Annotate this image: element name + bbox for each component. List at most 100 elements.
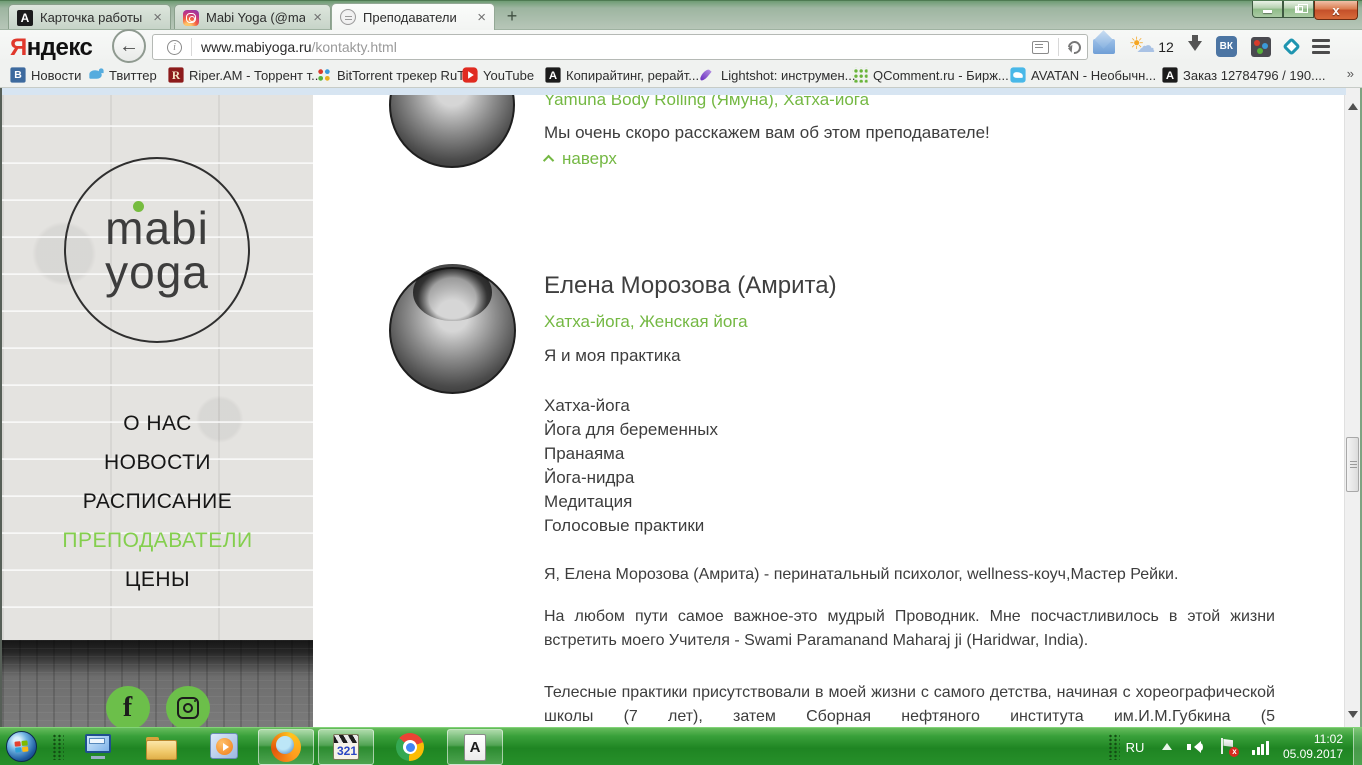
windows-logo-icon	[14, 740, 29, 753]
chevron-up-icon	[542, 154, 555, 167]
avatan-icon	[1010, 67, 1026, 83]
practices-list: Хатха-йога Йога для беременных Пранаяма …	[544, 394, 718, 538]
klite-icon: 321	[333, 734, 359, 760]
page-viewport: mabi yoga О НАС НОВОСТИ РАСПИСАНИЕ ПРЕПО…	[0, 88, 1362, 727]
sidebar-item-o-nas[interactable]: О НАС	[2, 404, 313, 443]
tab-advego-work-card[interactable]: A Карточка работы #20097636 ×	[8, 4, 171, 30]
close-icon[interactable]: ×	[151, 10, 164, 25]
bookmark-twitter[interactable]: Твиттер	[88, 66, 157, 84]
teacher-intro: Я и моя практика	[544, 346, 681, 365]
paragraph: Телесные практики присутствовали в моей …	[544, 684, 1275, 725]
action-center-flag-icon[interactable]: x	[1219, 738, 1240, 757]
scroll-down-arrow[interactable]	[1348, 711, 1358, 723]
reload-icon[interactable]	[1065, 37, 1084, 57]
bookmark-bittorrent[interactable]: BitTorrent трекер RuT...	[316, 66, 475, 84]
logo-line-2: yoga	[105, 246, 209, 298]
paragraph: На любом пути самое важное-это мудрый Пр…	[544, 608, 1275, 649]
explorer-folder-icon[interactable]	[146, 735, 177, 760]
taskbar: 321 A RU x 11:02 05.09.2017	[0, 727, 1362, 765]
teal-diamond-icon[interactable]	[1282, 37, 1301, 56]
show-hidden-icons-arrow[interactable]	[1162, 738, 1173, 750]
bookmark-riper[interactable]: R Riper.AM - Торрент т...	[168, 66, 322, 84]
advego-icon: A	[1162, 67, 1178, 83]
advego-icon: A	[17, 9, 33, 26]
mail-icon[interactable]	[1093, 39, 1115, 54]
media-player-icon[interactable]	[210, 733, 238, 759]
remote-desktop-icon[interactable]	[84, 733, 112, 759]
tab-instagram-mabi-yoga[interactable]: Mabi Yoga (@mabi.yoga) • Ф ×	[174, 4, 331, 30]
bookmark-qcomment[interactable]: QComment.ru - Бирж...	[852, 66, 1009, 84]
chrome-icon[interactable]	[396, 733, 424, 761]
instagram-icon	[183, 9, 199, 26]
start-button[interactable]	[6, 731, 37, 762]
advego-taskbar-button[interactable]: A	[447, 729, 503, 765]
reader-mode-icon[interactable]	[1032, 40, 1049, 54]
browser-toolbar: Яндекс ← i www.mabiyoga.ru/kontakty.html…	[0, 29, 1362, 63]
back-button[interactable]: ←	[112, 29, 146, 63]
list-item: Голосовые практики	[544, 516, 705, 535]
browser-tab-bar: A Карточка работы #20097636 × Mabi Yoga …	[0, 0, 1362, 30]
volume-icon[interactable]	[1187, 739, 1205, 755]
system-tray: RU x 11:02 05.09.2017	[1107, 728, 1362, 765]
scroll-up-arrow[interactable]	[1348, 98, 1358, 110]
tab-title: Mabi Yoga (@mabi.yoga) • Ф	[206, 10, 306, 25]
scrollbar[interactable]	[1344, 88, 1360, 727]
show-desktop-button[interactable]	[1353, 728, 1362, 765]
scrollbar-thumb[interactable]	[1346, 437, 1359, 492]
sun-icon: ☀	[1129, 33, 1145, 53]
sidebar-item-prepodavateli[interactable]: ПРЕПОДАВАТЕЛИ	[2, 521, 313, 560]
teacher-specialties[interactable]: Хатха-йога, Женская йога	[544, 312, 748, 332]
yandex-logo[interactable]: Яндекс	[10, 34, 93, 62]
weather-temp: 12	[1158, 38, 1174, 55]
mabi-yoga-logo[interactable]: mabi yoga	[64, 157, 250, 343]
bookmark-novosti[interactable]: В Новости	[10, 66, 81, 84]
teacher-note: Мы очень скоро расскажем вам об этом пре…	[544, 123, 990, 142]
facebook-button[interactable]: f	[105, 686, 150, 727]
tab-title: Преподаватели	[363, 9, 457, 25]
new-tab-button[interactable]: +	[500, 6, 524, 28]
taskbar-separator	[52, 734, 64, 760]
bookmark-avatan[interactable]: AVATAN - Необычн...	[1010, 66, 1156, 84]
bookmark-zakaz[interactable]: A Заказ 12784796 / 190....	[1162, 66, 1326, 84]
bookmarks-bar: В Новости Твиттер R Riper.AM - Торрент т…	[0, 62, 1362, 88]
instagram-button[interactable]	[165, 686, 210, 727]
back-to-top-link[interactable]: наверх	[542, 149, 617, 169]
mabiyoga-favicon	[340, 9, 356, 25]
url-text[interactable]: www.mabiyoga.ru/kontakty.html	[201, 39, 397, 55]
bookmark-kopirajting[interactable]: A Копирайтинг, рерайт...	[545, 66, 699, 84]
sidebar-item-ceny[interactable]: ЦЕНЫ	[2, 560, 313, 599]
vk-icon[interactable]: ВК	[1215, 36, 1237, 57]
bookmark-youtube[interactable]: YouTube	[462, 66, 534, 84]
teacher-name: Елена Морозова (Амрита)	[544, 272, 837, 299]
tab-title: Карточка работы #20097636	[40, 10, 145, 25]
close-window-button[interactable]: x	[1314, 1, 1358, 20]
restore-button[interactable]	[1283, 1, 1314, 18]
firefox-icon	[271, 732, 301, 762]
downloads-icon[interactable]	[1187, 35, 1202, 58]
site-info-icon[interactable]: i	[167, 39, 182, 55]
extension-icon[interactable]	[1250, 36, 1271, 57]
social-links: f	[2, 686, 313, 727]
sidebar-item-novosti[interactable]: НОВОСТИ	[2, 443, 313, 482]
close-icon[interactable]: ×	[311, 10, 324, 25]
bookmarks-overflow-chevron[interactable]: »	[1347, 66, 1354, 81]
instagram-icon	[176, 697, 199, 719]
close-icon[interactable]: ×	[475, 10, 488, 25]
firefox-taskbar-button[interactable]	[258, 729, 314, 765]
klite-taskbar-button[interactable]: 321	[318, 729, 374, 765]
advego-document-icon: A	[464, 733, 486, 761]
address-bar[interactable]: i www.mabiyoga.ru/kontakty.html	[152, 34, 1088, 60]
bookmark-lightshot[interactable]: Lightshot: инструмен...	[700, 66, 856, 84]
twitter-icon	[88, 67, 104, 82]
language-indicator[interactable]: RU	[1126, 740, 1145, 755]
sidebar: mabi yoga О НАС НОВОСТИ РАСПИСАНИЕ ПРЕПО…	[2, 88, 313, 727]
tab-prepodavateli-active[interactable]: Преподаватели ×	[331, 3, 495, 30]
sidebar-item-raspisanie[interactable]: РАСПИСАНИЕ	[2, 482, 313, 521]
weather-widget[interactable]: ☀ ☁ 12	[1129, 33, 1174, 58]
tray-time: 11:02	[1313, 732, 1343, 746]
clock[interactable]: 11:02 05.09.2017	[1283, 732, 1343, 762]
minimize-button[interactable]	[1252, 1, 1283, 18]
network-signal-icon[interactable]	[1252, 740, 1269, 755]
advego-icon: A	[545, 67, 561, 83]
menu-icon[interactable]	[1311, 36, 1330, 57]
